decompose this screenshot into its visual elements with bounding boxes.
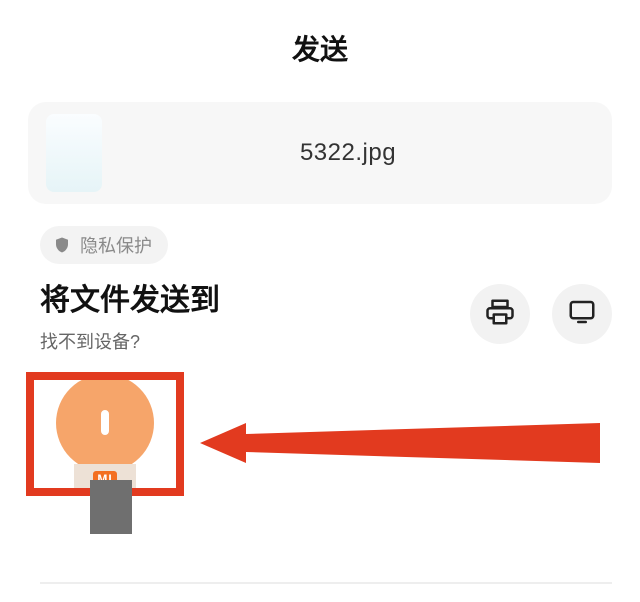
annotation-highlight-box [26,372,184,496]
file-name-label: 5322.jpg [102,139,594,167]
privacy-chip[interactable]: 隐私保护 [40,226,168,264]
device-not-found-link[interactable]: 找不到设备? [40,328,220,354]
file-thumbnail [46,114,102,192]
action-buttons [470,284,612,344]
printer-icon [485,297,515,332]
send-to-text: 将文件发送到 找不到设备? [40,282,220,354]
device-target[interactable]: MI [26,372,184,496]
send-to-row: 将文件发送到 找不到设备? [0,264,640,354]
cast-button[interactable] [552,284,612,344]
shield-icon [52,235,72,255]
page-title: 发送 [0,0,640,92]
send-to-heading: 将文件发送到 [40,282,220,320]
file-preview-card[interactable]: 5322.jpg [28,102,612,204]
screen-icon [567,297,597,332]
section-divider [40,582,612,584]
print-button[interactable] [470,284,530,344]
share-sheet-root: 发送 5322.jpg 隐私保护 将文件发送到 找不到设备? [0,0,640,602]
device-label-placeholder [90,480,132,534]
privacy-chip-label: 隐私保护 [80,232,152,258]
annotation-arrow [200,418,600,468]
